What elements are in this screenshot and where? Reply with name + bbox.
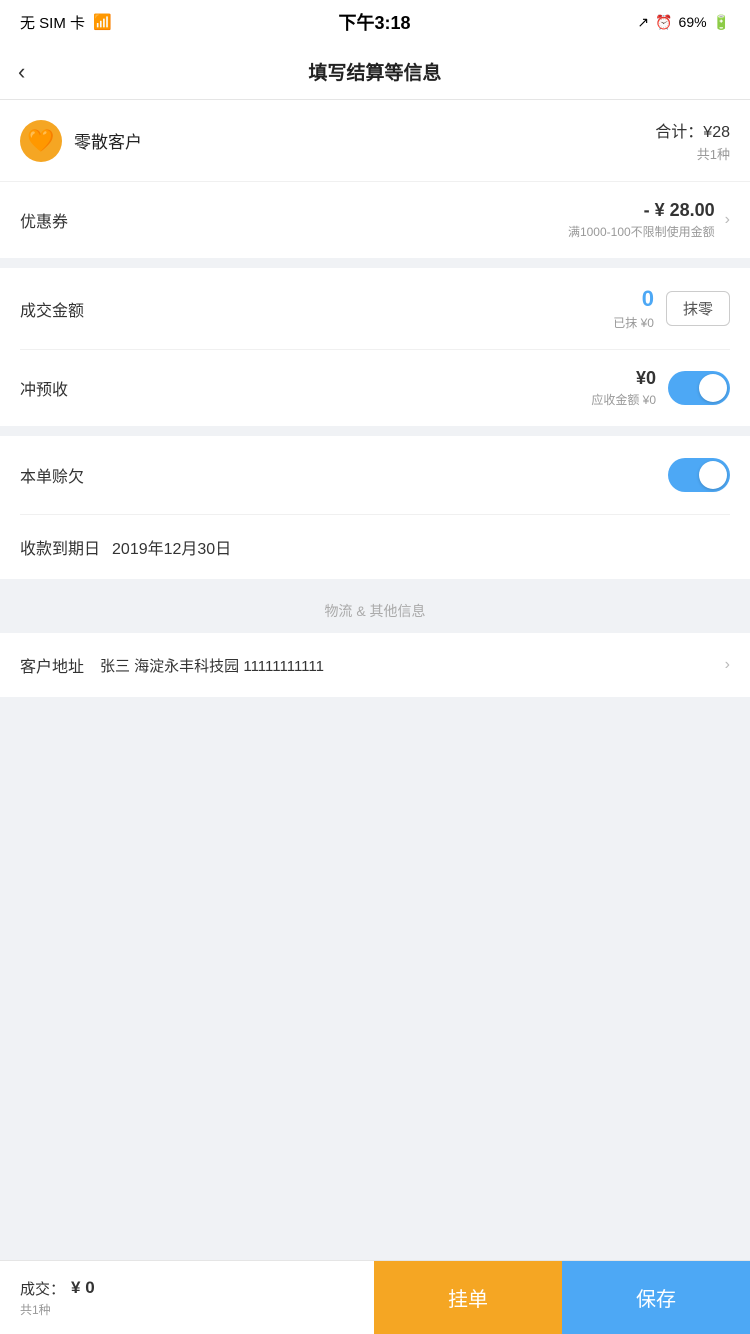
debit-toggle[interactable]	[668, 458, 730, 492]
prepayment-row: 冲预收 ¥0 应收金额 ¥0	[20, 350, 730, 426]
deal-section: 成交金额 0 已抹 ¥0 抹零 冲预收 ¥0 应收金额 ¥0	[0, 268, 750, 426]
status-bar: 无 SIM 卡 📶 下午3:18 ↗ ⏰ 69% 🔋	[0, 0, 750, 44]
bottom-bar: 成交： ¥ 0 共1种 挂单 保存	[0, 1260, 750, 1334]
sim-status: 无 SIM 卡	[20, 12, 85, 33]
address-value: 张三 海淀永丰科技园 11111111111	[100, 655, 725, 676]
coupon-right: - ¥ 28.00 满1000-100不限制使用金额 ›	[568, 200, 730, 240]
customer-total: 合计：¥28 共1种	[655, 118, 730, 163]
battery-icon: 🔋	[713, 14, 730, 31]
deal-number: 0	[613, 286, 654, 312]
bottom-count: 共1种	[20, 1301, 354, 1318]
coupon-value: - ¥ 28.00	[568, 200, 715, 221]
address-row[interactable]: 客户地址 张三 海淀永丰科技园 11111111111 ›	[20, 633, 730, 697]
avatar: 🧡	[20, 120, 62, 162]
deal-amount-label: 成交金额	[20, 297, 84, 321]
nav-bar: ‹ 填写结算等信息	[0, 44, 750, 100]
location-icon: ↗	[637, 14, 649, 31]
avatar-icon: 🧡	[27, 128, 54, 154]
due-date-row[interactable]: 收款到期日 2019年12月30日	[20, 515, 730, 579]
prepayment-value-block: ¥0 应收金额 ¥0	[591, 368, 656, 408]
page-title: 填写结算等信息	[308, 58, 441, 85]
customer-row: 🧡 零散客户 合计：¥28 共1种	[0, 100, 750, 181]
hang-button[interactable]: 挂单	[374, 1261, 562, 1334]
prepayment-sub: 应收金额 ¥0	[591, 391, 656, 408]
customer-name: 零散客户	[74, 128, 142, 153]
address-section: 客户地址 张三 海淀永丰科技园 11111111111 ›	[0, 633, 750, 697]
coupon-label: 优惠券	[20, 208, 68, 232]
total-count: 共1种	[655, 144, 730, 163]
total-amount: 合计：¥28	[655, 118, 730, 142]
battery-level: 69%	[679, 14, 707, 30]
deal-amount-row: 成交金额 0 已抹 ¥0 抹零	[20, 268, 730, 350]
due-date-value: 2019年12月30日	[112, 535, 231, 559]
wifi-icon: 📶	[93, 13, 112, 31]
deal-value-block: 0 已抹 ¥0	[613, 286, 654, 331]
back-button[interactable]: ‹	[18, 59, 25, 85]
coupon-row[interactable]: 优惠券 - ¥ 28.00 满1000-100不限制使用金额 ›	[0, 181, 750, 258]
save-button[interactable]: 保存	[562, 1261, 750, 1334]
status-time: 下午3:18	[339, 9, 411, 35]
debit-toggle-knob	[699, 461, 727, 489]
status-right: ↗ ⏰ 69% 🔋	[637, 14, 730, 31]
prepayment-right: ¥0 应收金额 ¥0	[591, 368, 730, 408]
round-off-button[interactable]: 抹零	[666, 291, 730, 326]
debit-label: 本单赊欠	[20, 463, 84, 487]
bottom-deal-row: 成交： ¥ 0	[20, 1278, 354, 1299]
debit-row: 本单赊欠	[20, 436, 730, 515]
debit-toggle-bg	[668, 458, 730, 492]
prepayment-value: ¥0	[591, 368, 656, 389]
coupon-value-block: - ¥ 28.00 满1000-100不限制使用金额	[568, 200, 715, 240]
address-chevron-icon: ›	[725, 656, 730, 674]
bottom-info: 成交： ¥ 0 共1种	[0, 1278, 374, 1318]
status-left: 无 SIM 卡 📶	[20, 12, 112, 33]
prepayment-toggle-knob	[699, 374, 727, 402]
coupon-chevron-icon: ›	[725, 211, 730, 229]
prepayment-toggle-bg	[668, 371, 730, 405]
customer-info: 🧡 零散客户	[20, 120, 142, 162]
bottom-spacer	[0, 707, 750, 797]
coupon-sub: 满1000-100不限制使用金额	[568, 223, 715, 240]
deal-amount-right: 0 已抹 ¥0 抹零	[613, 286, 730, 331]
deal-sub: 已抹 ¥0	[613, 314, 654, 331]
prepayment-toggle[interactable]	[668, 371, 730, 405]
logistics-label: 物流 & 其他信息	[324, 601, 425, 621]
due-date-label: 收款到期日	[20, 535, 100, 559]
address-label: 客户地址	[20, 653, 90, 677]
bottom-deal-amount: ¥ 0	[71, 1278, 95, 1298]
logistics-divider: 物流 & 其他信息	[0, 589, 750, 633]
alarm-icon: ⏰	[655, 14, 672, 31]
prepayment-label: 冲预收	[20, 376, 68, 400]
bottom-deal-label: 成交：	[20, 1278, 65, 1299]
customer-card: 🧡 零散客户 合计：¥28 共1种 优惠券 - ¥ 28.00 满1000-10…	[0, 100, 750, 258]
debit-section: 本单赊欠 收款到期日 2019年12月30日	[0, 436, 750, 579]
